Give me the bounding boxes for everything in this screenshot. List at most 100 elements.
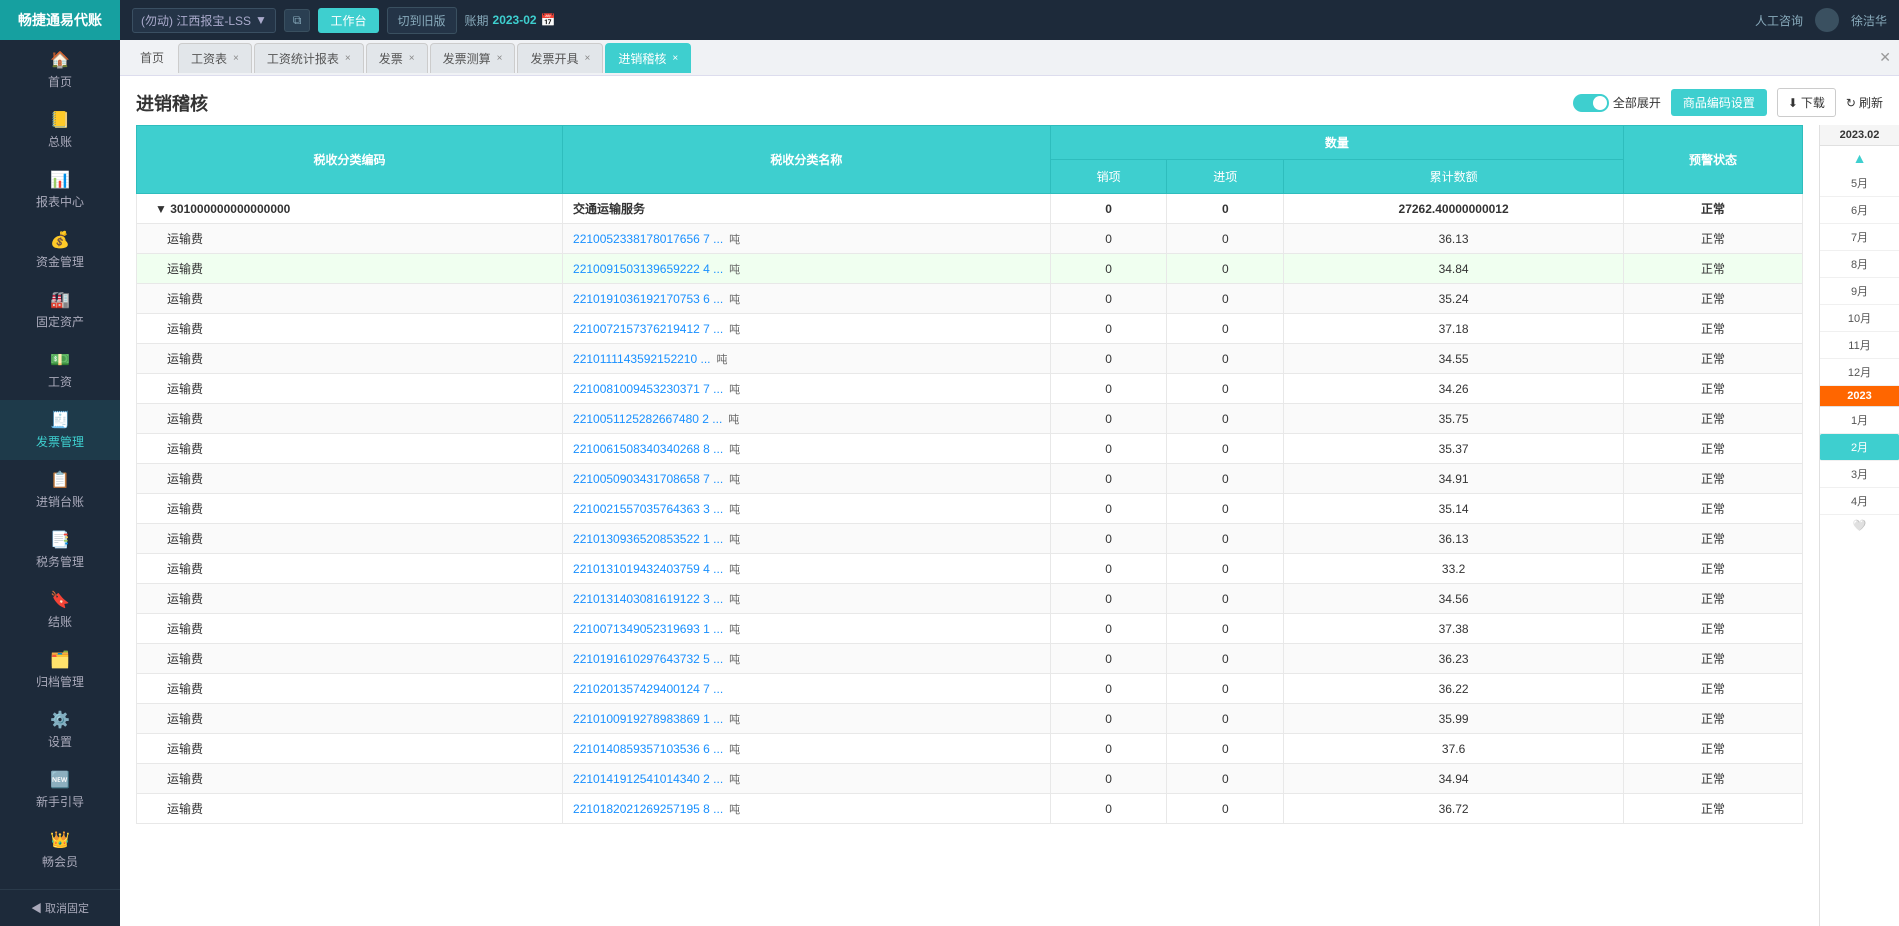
rp-month-item[interactable]: 1月 (1820, 407, 1899, 434)
tab-salary-close[interactable]: × (233, 53, 239, 64)
rp-month-item[interactable]: 5月 (1820, 170, 1899, 197)
cell-invoice-num: 2210131019432403759 4 ...吨 (563, 554, 1051, 584)
cell-code: 运输费 (137, 284, 563, 314)
sidebar-item-reports[interactable]: 📊 报表中心 (0, 160, 120, 220)
cell-purchase: 0 (1167, 674, 1284, 704)
rp-up-arrow[interactable]: ▲ (1820, 146, 1899, 170)
tab-invoice-reconcile-close[interactable]: × (672, 53, 678, 64)
tab-invoice-reconcile[interactable]: 进销稽核 × (605, 43, 691, 73)
rp-month-item[interactable]: 8月 (1820, 251, 1899, 278)
sidebar-unpin[interactable]: ◀ 取消固定 (0, 889, 120, 926)
sidebar-item-label: 设置 (48, 733, 72, 750)
tab-invoice-calc-close[interactable]: × (497, 53, 503, 64)
table-body: ▼ 301000000000000000 交通运输服务 0 0 27262.40… (137, 194, 1803, 824)
sidebar-item-member[interactable]: 👑 畅会员 (0, 820, 120, 880)
sidebar-item-label: 税务管理 (36, 553, 84, 570)
calendar-icon[interactable]: 📅 (541, 13, 556, 27)
cell-purchase: 0 (1167, 554, 1284, 584)
sidebar-item-settings[interactable]: ⚙️ 设置 (0, 700, 120, 760)
company-selector[interactable]: (勿动) 江西报宝-LSS ▼ (132, 8, 276, 33)
rp-month-item[interactable]: 2023 (1820, 386, 1899, 407)
tab-salary-stats-close[interactable]: × (345, 53, 351, 64)
cell-name: 交通运输服务 (563, 194, 1051, 224)
rp-month-item[interactable]: 12月 (1820, 359, 1899, 386)
tab-salary[interactable]: 工资表 × (178, 43, 252, 73)
cell-invoice-num: 2210071349052319693 1 ...吨 (563, 614, 1051, 644)
setting-button[interactable]: 商品编码设置 (1671, 89, 1767, 116)
rp-month-item[interactable]: 3月 (1820, 461, 1899, 488)
cell-cumulative: 33.2 (1284, 554, 1624, 584)
tab-invoice-calc[interactable]: 发票测算 × (430, 43, 516, 73)
rp-month-item[interactable]: 9月 (1820, 278, 1899, 305)
sidebar-item-tax[interactable]: 📑 税务管理 (0, 520, 120, 580)
cell-code: 运输费 (137, 584, 563, 614)
cell-cumulative: 36.22 (1284, 674, 1624, 704)
tab-invoice-close[interactable]: × (409, 53, 415, 64)
sidebar-item-salary[interactable]: 💵 工资 (0, 340, 120, 400)
sidebar-item-assets[interactable]: 🏭 固定资产 (0, 280, 120, 340)
cell-invoice-num: 2210081009453230371 7 ...吨 (563, 374, 1051, 404)
sidebar-item-ledger[interactable]: 📒 总账 (0, 100, 120, 160)
cell-code: 运输费 (137, 674, 563, 704)
switch-version-button[interactable]: 切到旧版 (387, 7, 457, 34)
rp-month-item[interactable]: 10月 (1820, 305, 1899, 332)
tab-invoice[interactable]: 发票 × (366, 43, 428, 73)
sidebar-item-capital[interactable]: 💰 资金管理 (0, 220, 120, 280)
cell-sales: 0 (1050, 344, 1167, 374)
copy-button[interactable]: ⧉ (284, 9, 311, 32)
th-cumulative: 累计数额 (1284, 160, 1624, 194)
table-row: 运输费 2210072157376219412 7 ...吨 0 0 37.18… (137, 314, 1803, 344)
rp-month-item[interactable]: 2月 (1820, 434, 1899, 461)
right-panel: 2023.02 ▲ 5月6月7月8月9月10月11月12月20231月2月3月4… (1819, 125, 1899, 926)
refresh-button[interactable]: ↻ 刷新 (1846, 94, 1883, 111)
tab-invoice-open[interactable]: 发票开具 × (517, 43, 603, 73)
cell-cumulative: 35.99 (1284, 704, 1624, 734)
cell-sales: 0 (1050, 314, 1167, 344)
cell-sales: 0 (1050, 284, 1167, 314)
table-row: 运输费 2210051125282667480 2 ...吨 0 0 35.75… (137, 404, 1803, 434)
rp-month-item[interactable]: 6月 (1820, 197, 1899, 224)
sidebar-nav: 🏠 首页 📒 总账 📊 报表中心 💰 资金管理 🏭 固定资产 💵 工资 🧾 发票… (0, 40, 120, 889)
sidebar-item-settle[interactable]: 🔖 结账 (0, 580, 120, 640)
home-icon: 🏠 (50, 50, 70, 70)
tab-home[interactable]: 首页 (128, 43, 176, 72)
archive-icon: 🗂️ (50, 650, 70, 670)
rp-month-item[interactable]: 4月 (1820, 488, 1899, 515)
cell-sales: 0 (1050, 584, 1167, 614)
tabbar: 首页 工资表 × 工资统计报表 × 发票 × 发票测算 × 发票开具 × 进销稽… (120, 40, 1899, 76)
cell-status: 正常 (1624, 524, 1803, 554)
reports-icon: 📊 (50, 170, 70, 190)
salary-icon: 💵 (50, 350, 70, 370)
sidebar-item-home[interactable]: 🏠 首页 (0, 40, 120, 100)
sidebar-item-invoice-mgmt[interactable]: 🧾 发票管理 (0, 400, 120, 460)
sidebar-item-guide[interactable]: 🆕 新手引导 (0, 760, 120, 820)
tab-salary-stats[interactable]: 工资统计报表 × (254, 43, 364, 73)
support-label[interactable]: 人工咨询 (1755, 12, 1803, 29)
expand-toggle[interactable] (1573, 94, 1609, 112)
rp-month-item[interactable]: 7月 (1820, 224, 1899, 251)
cell-cumulative: 36.13 (1284, 224, 1624, 254)
sidebar-item-label: 发票管理 (36, 433, 84, 450)
download-button[interactable]: ⬇ 下载 (1777, 88, 1836, 117)
refresh-label: 刷新 (1859, 94, 1883, 111)
cell-purchase: 0 (1167, 224, 1284, 254)
sidebar-item-archive[interactable]: 🗂️ 归档管理 (0, 640, 120, 700)
cell-purchase: 0 (1167, 704, 1284, 734)
cell-invoice-num: 2210021557035764363 3 ...吨 (563, 494, 1051, 524)
rp-month-item[interactable]: 11月 (1820, 332, 1899, 359)
cell-sales: 0 (1050, 704, 1167, 734)
cell-sales: 0 (1050, 404, 1167, 434)
company-name: (勿动) 江西报宝-LSS (141, 12, 251, 29)
cell-purchase: 0 (1167, 494, 1284, 524)
table-row: 运输费 2210081009453230371 7 ...吨 0 0 34.26… (137, 374, 1803, 404)
cell-invoice-num: 2210140859357103536 6 ...吨 (563, 734, 1051, 764)
user-name: 徐洁华 (1851, 12, 1887, 29)
cell-purchase: 0 (1167, 614, 1284, 644)
tab-invoice-open-close[interactable]: × (584, 53, 590, 64)
sidebar-item-sales-desk[interactable]: 📋 进销台账 (0, 460, 120, 520)
close-all-button[interactable]: ✕ (1879, 49, 1891, 66)
cell-purchase: 0 (1167, 254, 1284, 284)
cell-sales: 0 (1050, 224, 1167, 254)
cell-sales: 0 (1050, 794, 1167, 824)
workbench-button[interactable]: 工作台 (318, 8, 378, 33)
